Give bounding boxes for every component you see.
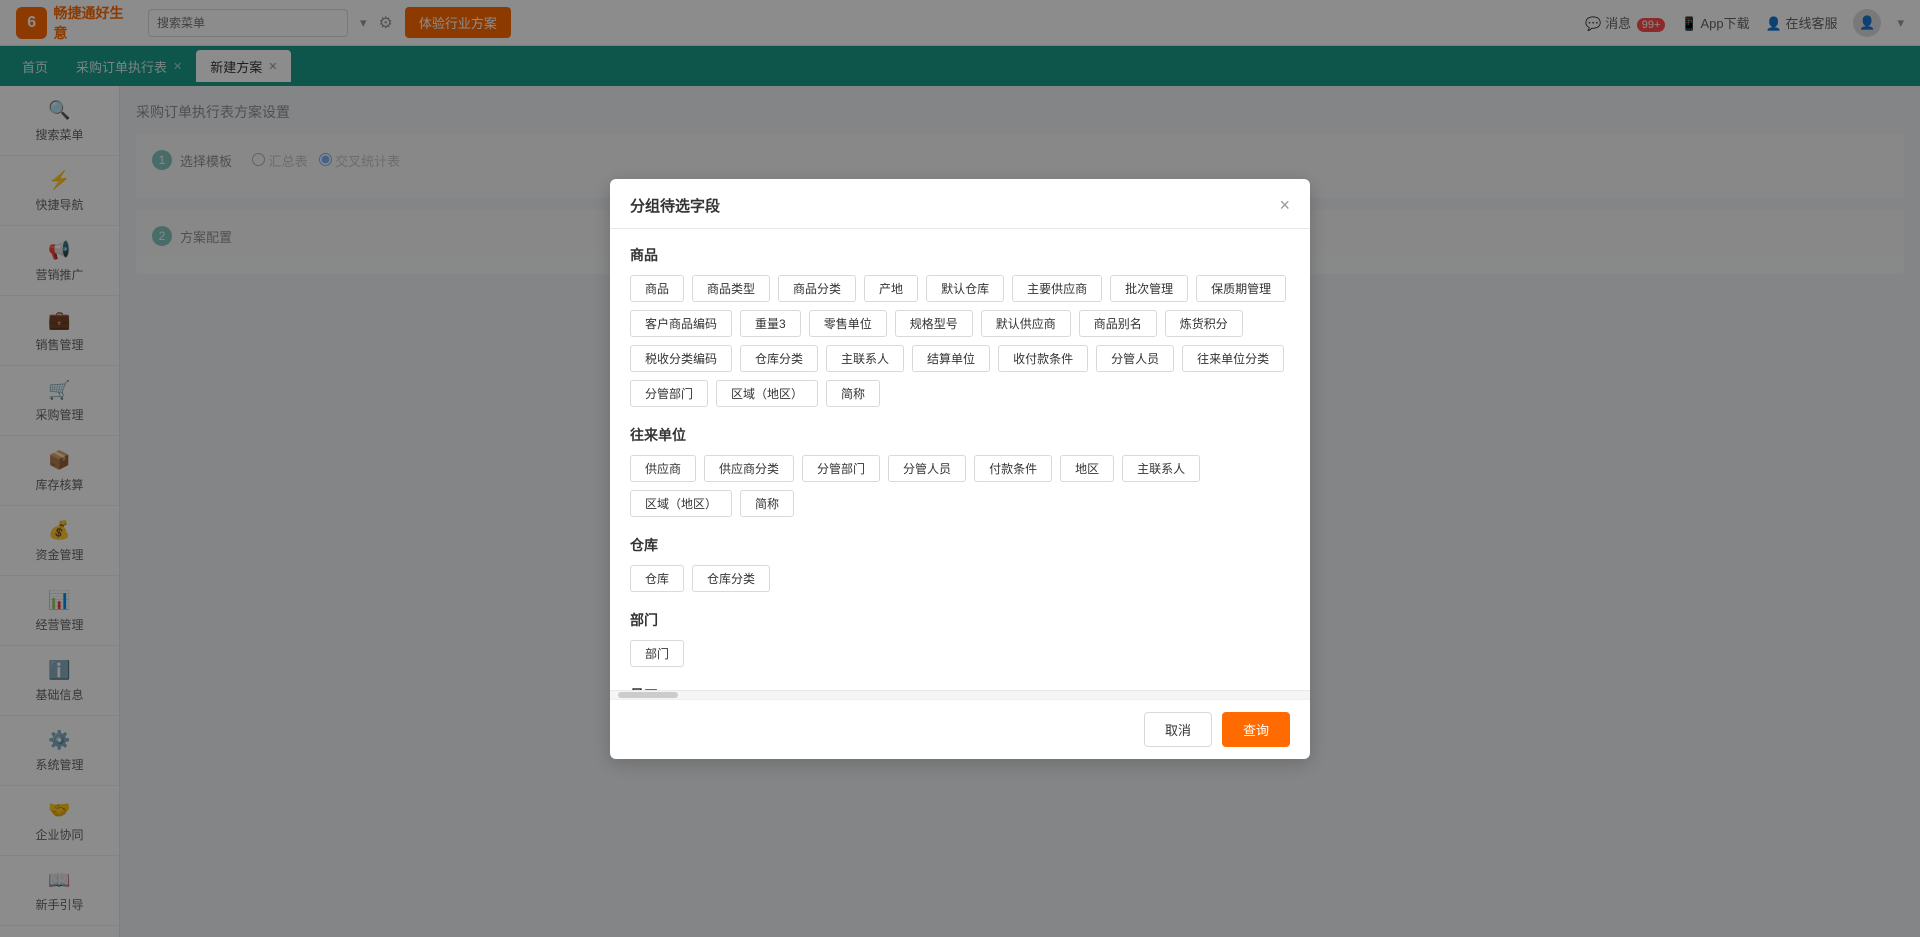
field-tag[interactable]: 地区 [1060, 455, 1114, 482]
section-department: 部门 部门 [630, 610, 1290, 667]
field-tag[interactable]: 部门 [630, 640, 684, 667]
section-product-title: 商品 [630, 245, 1290, 265]
field-tag[interactable]: 产地 [864, 275, 918, 302]
field-tag[interactable]: 简称 [740, 490, 794, 517]
field-tag[interactable]: 仓库分类 [692, 565, 770, 592]
field-tag[interactable]: 主联系人 [826, 345, 904, 372]
field-tag[interactable]: 区域（地区） [630, 490, 732, 517]
modal-title: 分组待选字段 [630, 195, 720, 216]
field-tag[interactable]: 分管部门 [630, 380, 708, 407]
section-warehouse-title: 仓库 [630, 535, 1290, 555]
field-tag[interactable]: 炼货积分 [1165, 310, 1243, 337]
field-tag[interactable]: 主联系人 [1122, 455, 1200, 482]
field-tag[interactable]: 主要供应商 [1012, 275, 1102, 302]
field-tag[interactable]: 分管人员 [888, 455, 966, 482]
field-tag[interactable]: 仓库分类 [740, 345, 818, 372]
modal-body[interactable]: 商品 商品 商品类型 商品分类 产地 默认仓库 主要供应商 批次管理 保质期管理… [610, 229, 1310, 690]
section-partner-fields: 供应商 供应商分类 分管部门 分管人员 付款条件 地区 主联系人 区域（地区） … [630, 455, 1290, 517]
section-department-title: 部门 [630, 610, 1290, 630]
field-tag[interactable]: 商品别名 [1079, 310, 1157, 337]
field-tag[interactable]: 收付款条件 [998, 345, 1088, 372]
field-tag[interactable]: 零售单位 [809, 310, 887, 337]
cancel-button[interactable]: 取消 [1144, 712, 1212, 747]
field-tag[interactable]: 供应商分类 [704, 455, 794, 482]
section-warehouse-fields: 仓库 仓库分类 [630, 565, 1290, 592]
section-warehouse: 仓库 仓库 仓库分类 [630, 535, 1290, 592]
field-tag[interactable]: 分管部门 [802, 455, 880, 482]
section-department-fields: 部门 [630, 640, 1290, 667]
field-tag[interactable]: 规格型号 [895, 310, 973, 337]
modal-overlay: 分组待选字段 × 商品 商品 商品类型 商品分类 产地 默认仓库 主要供应商 批… [0, 0, 1920, 937]
section-partner-title: 往来单位 [630, 425, 1290, 445]
field-tag[interactable]: 往来单位分类 [1182, 345, 1284, 372]
field-tag[interactable]: 付款条件 [974, 455, 1052, 482]
section-product-fields: 商品 商品类型 商品分类 产地 默认仓库 主要供应商 批次管理 保质期管理 客户… [630, 275, 1290, 407]
section-partner: 往来单位 供应商 供应商分类 分管部门 分管人员 付款条件 地区 主联系人 区域… [630, 425, 1290, 517]
field-tag[interactable]: 商品分类 [778, 275, 856, 302]
field-tag[interactable]: 供应商 [630, 455, 696, 482]
section-product: 商品 商品 商品类型 商品分类 产地 默认仓库 主要供应商 批次管理 保质期管理… [630, 245, 1290, 407]
field-tag[interactable]: 区域（地区） [716, 380, 818, 407]
field-select-modal: 分组待选字段 × 商品 商品 商品类型 商品分类 产地 默认仓库 主要供应商 批… [610, 179, 1310, 759]
field-tag[interactable]: 重量3 [740, 310, 801, 337]
field-tag[interactable]: 简称 [826, 380, 880, 407]
modal-header: 分组待选字段 × [610, 179, 1310, 229]
confirm-button[interactable]: 查询 [1222, 712, 1290, 747]
field-tag[interactable]: 商品类型 [692, 275, 770, 302]
field-tag[interactable]: 保质期管理 [1196, 275, 1286, 302]
field-tag[interactable]: 分管人员 [1096, 345, 1174, 372]
field-tag[interactable]: 批次管理 [1110, 275, 1188, 302]
field-tag[interactable]: 税收分类编码 [630, 345, 732, 372]
field-tag[interactable]: 默认供应商 [981, 310, 1071, 337]
field-tag[interactable]: 商品 [630, 275, 684, 302]
field-tag[interactable]: 客户商品编码 [630, 310, 732, 337]
field-tag[interactable]: 结算单位 [912, 345, 990, 372]
modal-close-btn[interactable]: × [1279, 196, 1290, 214]
field-tag[interactable]: 默认仓库 [926, 275, 1004, 302]
modal-footer: 取消 查询 [610, 699, 1310, 759]
field-tag[interactable]: 仓库 [630, 565, 684, 592]
modal-horizontal-scroll[interactable] [610, 690, 1310, 699]
